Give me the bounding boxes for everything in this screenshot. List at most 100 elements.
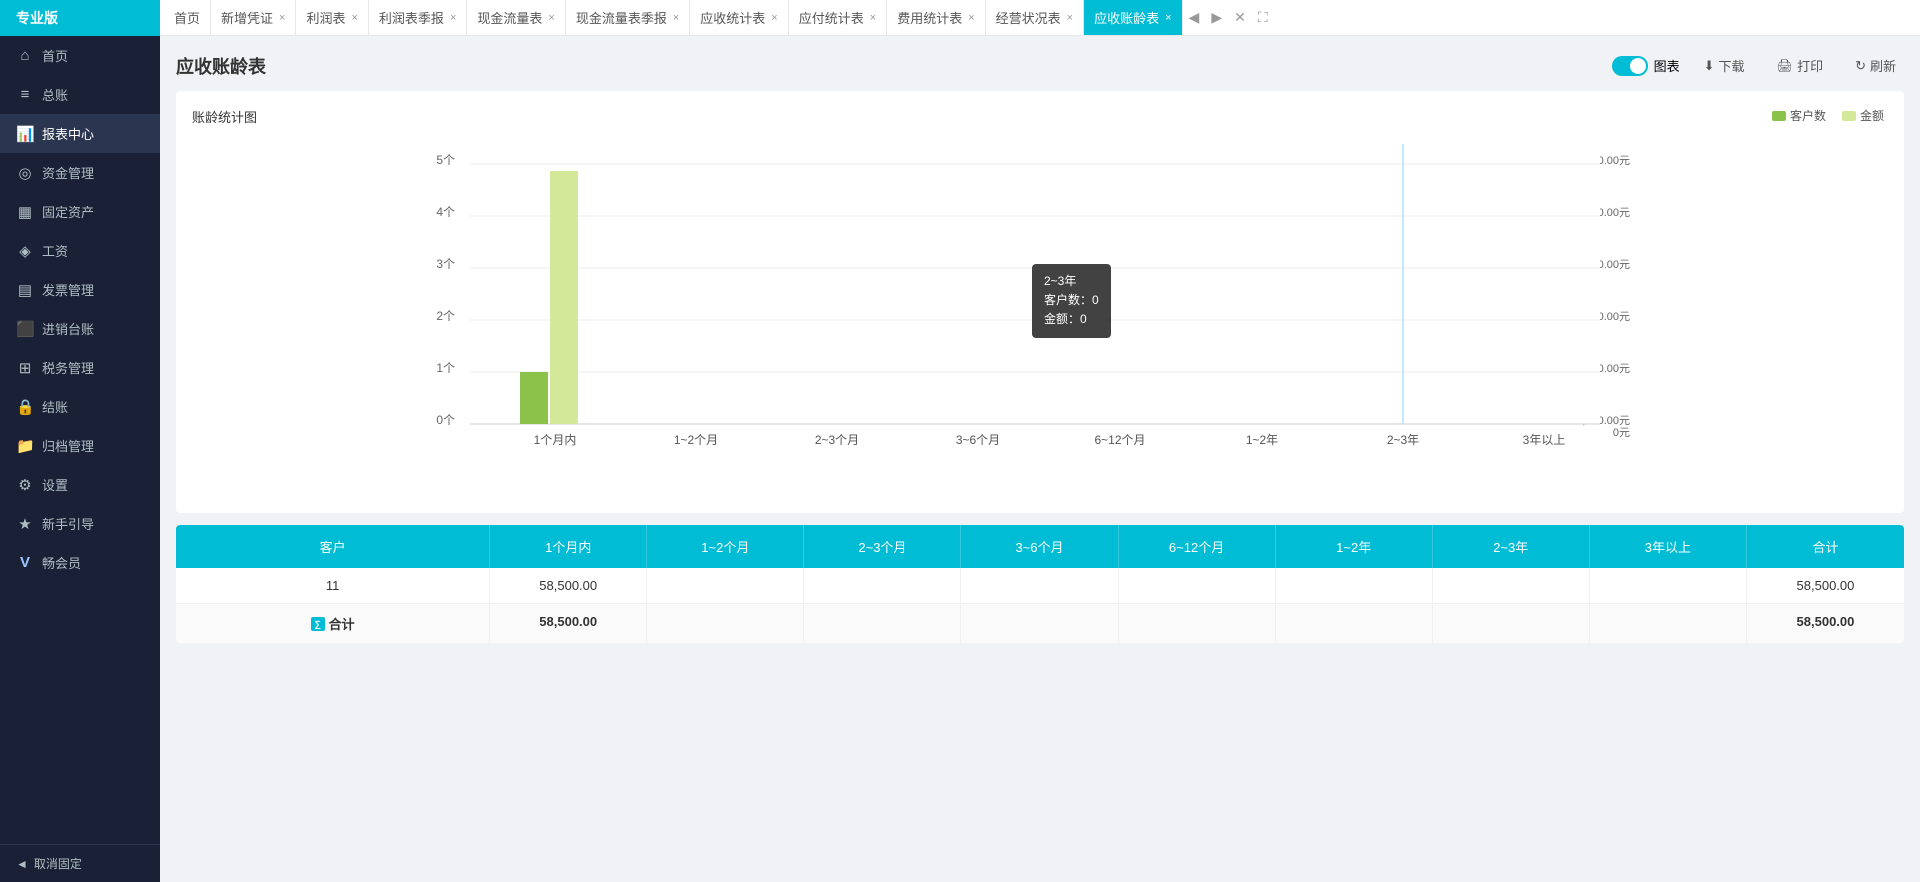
svg-text:1~2年: 1~2年 xyxy=(1246,433,1278,447)
home-icon: ⌂ xyxy=(16,47,34,64)
sidebar-item-guide[interactable]: ★ 新手引导 xyxy=(0,504,160,543)
tf-label: ∑ 合计 xyxy=(176,604,490,643)
sidebar-item-closing[interactable]: 🔒 结账 xyxy=(0,387,160,426)
tab-voucher-close[interactable]: × xyxy=(279,12,285,24)
tf-label-text: 合计 xyxy=(329,614,355,633)
tab-profit-close[interactable]: × xyxy=(351,12,357,24)
tab-business-status-close[interactable]: × xyxy=(1067,12,1073,24)
legend-amount-color xyxy=(1842,111,1856,121)
refresh-icon: ↻ xyxy=(1855,58,1866,74)
tab-cashflow[interactable]: 现金流量表 × xyxy=(467,0,565,36)
download-label: 下载 xyxy=(1719,56,1745,75)
svg-text:3个: 3个 xyxy=(436,257,455,271)
download-button[interactable]: ⬇ 下载 xyxy=(1696,52,1753,79)
th-y12: 1~2年 xyxy=(1276,525,1433,568)
tab-home-label: 首页 xyxy=(174,8,200,27)
svg-text:0个: 0个 xyxy=(436,413,455,427)
print-button[interactable]: 🖨 打印 xyxy=(1769,52,1832,79)
chart-toggle-label: 图表 xyxy=(1654,56,1680,75)
sidebar-item-label: 工资 xyxy=(42,241,68,260)
chart-svg-wrapper: 5个 4个 3个 2个 1个 0个 60,000.00元 50,000.00元 … xyxy=(192,134,1888,497)
page-title: 应收账龄表 xyxy=(176,53,266,79)
cancel-fixed-button[interactable]: ◄ 取消固定 xyxy=(0,844,160,882)
tf-m36 xyxy=(961,604,1118,643)
chart-container: 账龄统计图 客户数 金额 5个 4个 3个 2个 xyxy=(176,91,1904,513)
sidebar-item-ledger[interactable]: ≡ 总账 xyxy=(0,75,160,114)
tab-ap-stats[interactable]: 应付统计表 × xyxy=(789,0,887,36)
download-icon: ⬇ xyxy=(1704,58,1715,74)
chart-toggle-container[interactable]: 图表 xyxy=(1612,56,1680,76)
sidebar-item-settings[interactable]: ⚙ 设置 xyxy=(0,465,160,504)
sidebar-item-report-center[interactable]: 📊 报表中心 xyxy=(0,114,160,153)
tab-maximize[interactable]: ⛶ xyxy=(1252,0,1274,36)
sidebar-item-fixed-assets[interactable]: ▦ 固定资产 xyxy=(0,192,160,231)
tab-voucher[interactable]: 新增凭证 × xyxy=(211,0,296,36)
tab-cashflow-quarterly-close[interactable]: × xyxy=(673,12,679,24)
tab-ar-stats-close[interactable]: × xyxy=(771,12,777,24)
sidebar-item-label: 首页 xyxy=(42,46,68,65)
svg-text:1个月内: 1个月内 xyxy=(534,433,577,447)
tab-ap-stats-close[interactable]: × xyxy=(870,12,876,24)
sidebar-item-label: 税务管理 xyxy=(42,358,94,377)
sidebar-item-label: 资金管理 xyxy=(42,163,94,182)
td-y23 xyxy=(1433,568,1590,603)
refresh-label: 刷新 xyxy=(1870,56,1896,75)
sidebar-item-purchase-sales[interactable]: ⬛ 进销台账 xyxy=(0,309,160,348)
tab-expense-stats-close[interactable]: × xyxy=(968,12,974,24)
settings-icon: ⚙ xyxy=(16,476,34,494)
svg-text:3年以上: 3年以上 xyxy=(1523,433,1566,447)
td-y12 xyxy=(1276,568,1433,603)
legend-amount-label: 金额 xyxy=(1860,107,1884,124)
cancel-fixed-icon: ◄ xyxy=(16,857,28,871)
sidebar-item-label: 进销台账 xyxy=(42,319,94,338)
tab-profit-quarterly-close[interactable]: × xyxy=(450,12,456,24)
table-header: 客户 1个月内 1~2个月 2~3个月 3~6个月 6~12个月 1~2年 2~… xyxy=(176,525,1904,568)
tab-expense-stats-label: 费用统计表 xyxy=(897,8,962,27)
sidebar-item-invoice[interactable]: ▤ 发票管理 xyxy=(0,270,160,309)
tab-close-all[interactable]: ✕ xyxy=(1228,0,1252,36)
sidebar-item-salary[interactable]: ◈ 工资 xyxy=(0,231,160,270)
td-total: 58,500.00 xyxy=(1747,568,1904,603)
tab-cashflow-close[interactable]: × xyxy=(548,12,554,24)
tab-bar: 首页 新增凭证 × 利润表 × 利润表季报 × 现金流量表 × 现金流量表季报 … xyxy=(160,0,1920,36)
sidebar-item-tax[interactable]: ⊞ 税务管理 xyxy=(0,348,160,387)
salary-icon: ◈ xyxy=(16,242,34,260)
tab-profit-quarterly-label: 利润表季报 xyxy=(379,8,444,27)
tab-cashflow-quarterly[interactable]: 现金流量表季报 × xyxy=(566,0,690,36)
tab-ar-stats[interactable]: 应收统计表 × xyxy=(690,0,788,36)
sidebar-item-archive[interactable]: 📁 归档管理 xyxy=(0,426,160,465)
th-y3plus: 3年以上 xyxy=(1590,525,1747,568)
td-m612 xyxy=(1119,568,1276,603)
svg-text:0元: 0元 xyxy=(1613,427,1630,439)
tab-nav-prev[interactable]: ◀ xyxy=(1183,0,1206,36)
tab-home[interactable]: 首页 xyxy=(164,0,211,36)
td-m1: 58,500.00 xyxy=(490,568,647,603)
tab-voucher-label: 新增凭证 xyxy=(221,8,273,27)
sidebar-item-vip[interactable]: V 畅会员 xyxy=(0,543,160,582)
sidebar-item-label: 结账 xyxy=(42,397,68,416)
bar-customer-1 xyxy=(520,372,548,424)
sidebar-item-capital[interactable]: ◎ 资金管理 xyxy=(0,153,160,192)
th-m12: 1~2个月 xyxy=(647,525,804,568)
purchase-sales-icon: ⬛ xyxy=(16,320,34,338)
page-header: 应收账龄表 图表 ⬇ 下载 🖨 打印 ↻ 刷新 xyxy=(176,52,1904,79)
app-logo: 专业版 xyxy=(0,0,160,36)
th-total: 合计 xyxy=(1747,525,1904,568)
tab-ar-aging-close[interactable]: × xyxy=(1165,12,1171,24)
refresh-button[interactable]: ↻ 刷新 xyxy=(1847,52,1904,79)
archive-icon: 📁 xyxy=(16,437,34,455)
tab-cashflow-label: 现金流量表 xyxy=(477,8,542,27)
tab-business-status[interactable]: 经营状况表 × xyxy=(986,0,1084,36)
tab-profit[interactable]: 利润表 × xyxy=(296,0,368,36)
table-footer: ∑ 合计 58,500.00 58,500.00 xyxy=(176,604,1904,643)
tab-ar-aging[interactable]: 应收账龄表 × xyxy=(1084,0,1182,36)
tab-expense-stats[interactable]: 费用统计表 × xyxy=(887,0,985,36)
chart-toggle[interactable] xyxy=(1612,56,1648,76)
sidebar-item-home[interactable]: ⌂ 首页 xyxy=(0,36,160,75)
chart-legend: 客户数 金额 xyxy=(1772,107,1884,124)
tab-profit-quarterly[interactable]: 利润表季报 × xyxy=(369,0,467,36)
tab-nav-next[interactable]: ▶ xyxy=(1205,0,1228,36)
svg-text:5个: 5个 xyxy=(436,153,455,167)
tf-total: 58,500.00 xyxy=(1747,604,1904,643)
closing-icon: 🔒 xyxy=(16,398,34,416)
